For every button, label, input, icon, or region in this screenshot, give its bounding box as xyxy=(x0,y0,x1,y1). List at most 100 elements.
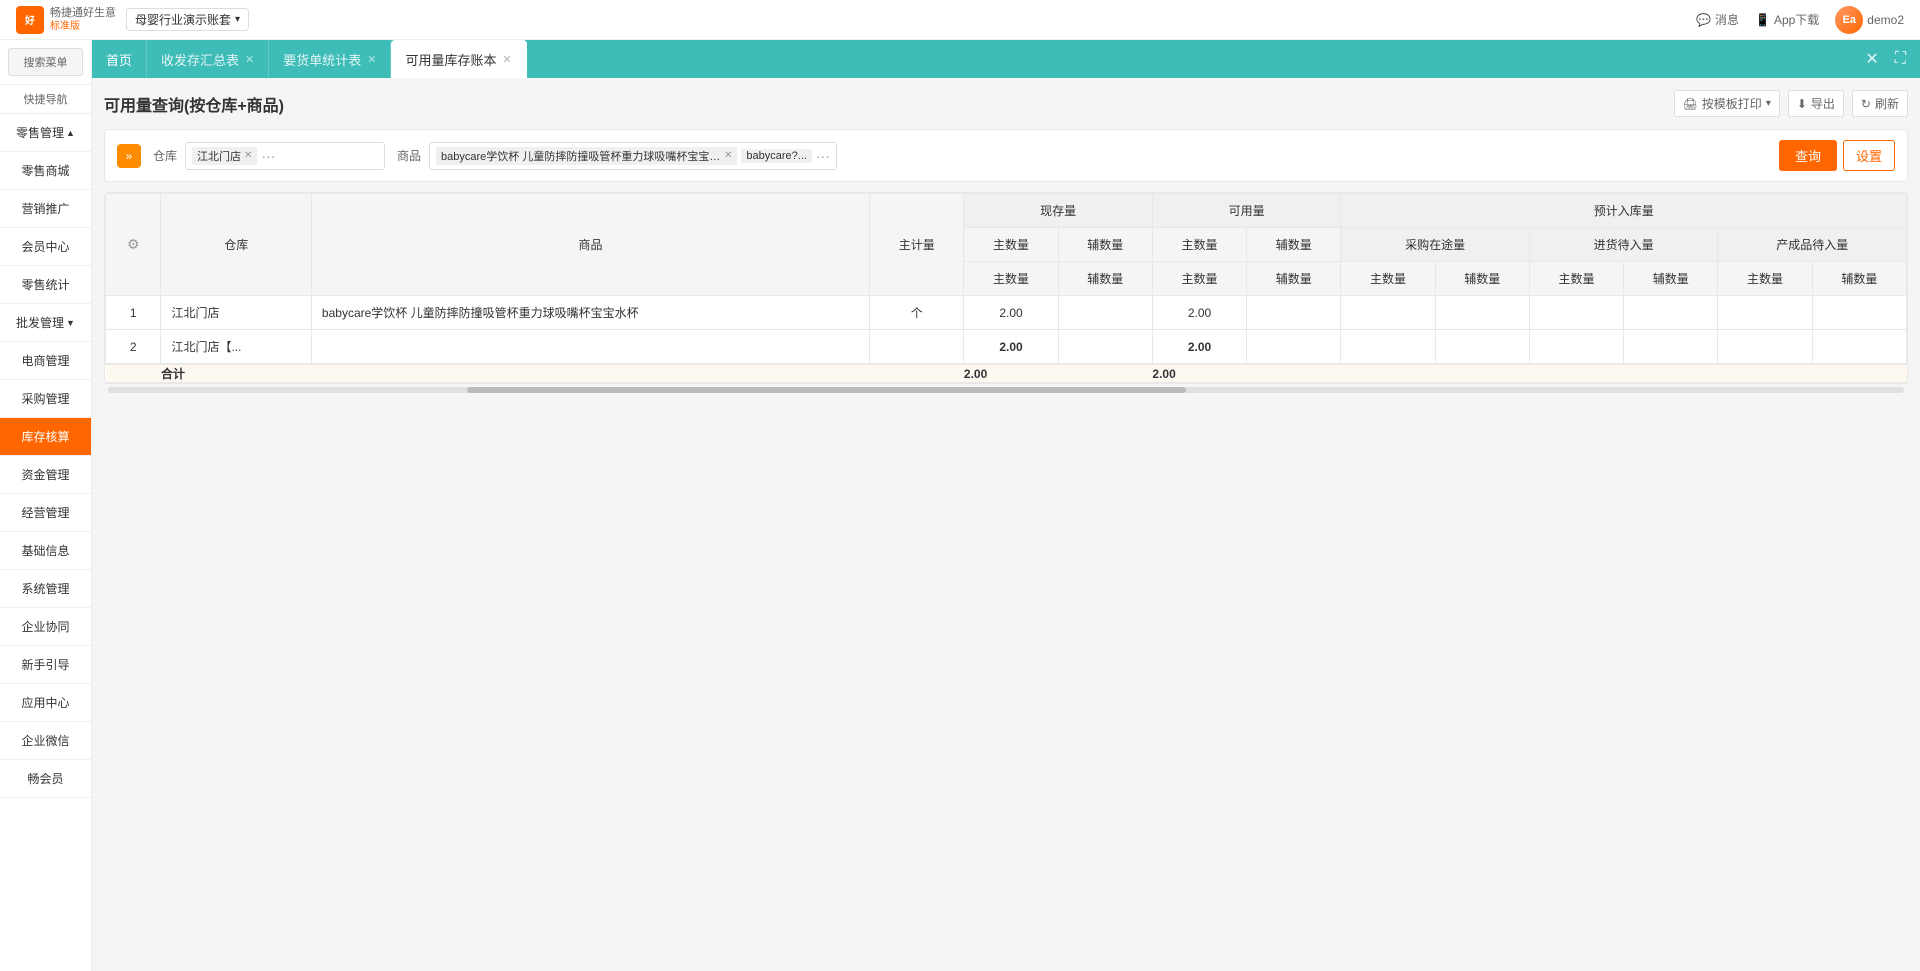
avatar: Ea xyxy=(1835,6,1863,34)
table-settings-icon[interactable]: ⚙ xyxy=(127,236,140,252)
th-prod-aux: 辅数量 xyxy=(1812,262,1906,296)
top-bar-left: 好 畅捷通好生意 标准版 母婴行业演示账套 ▾ xyxy=(16,6,249,34)
app-download-btn[interactable]: 📱 App下载 xyxy=(1755,11,1819,28)
sidebar-item-purchase-mgmt[interactable]: 采购管理 xyxy=(0,380,91,418)
filter-bar: » 仓库 江北门店 ✕ ··· 商品 xyxy=(104,129,1908,182)
chevron-icon: ▲ xyxy=(66,128,75,138)
sidebar-item-new-guide[interactable]: 新手引导 xyxy=(0,646,91,684)
th-settings: ⚙ xyxy=(106,194,161,296)
sidebar-item-enterprise-collab[interactable]: 企业协同 xyxy=(0,608,91,646)
tab-close-icon[interactable]: ✕ xyxy=(245,53,254,66)
sidebar-item-basic-info[interactable]: 基础信息 xyxy=(0,532,91,570)
cell-purchase-main xyxy=(1341,330,1435,365)
th-product: 商品 xyxy=(311,194,869,296)
scroll-thumb[interactable] xyxy=(467,387,1185,393)
th-planned-inbound: 预计入库量 xyxy=(1341,194,1907,228)
sidebar-item-enterprise-wx[interactable]: 企业微信 xyxy=(0,722,91,760)
th-avail-aux-qty2: 辅数量 xyxy=(1247,262,1341,296)
cell-warehouse: 江北门店【... xyxy=(161,330,311,365)
th-avail-main-qty: 主数量 xyxy=(1152,228,1246,262)
cell-avail-main: 2.00 xyxy=(1152,296,1246,330)
tab-close-icon[interactable]: ✕ xyxy=(367,53,376,66)
company-selector[interactable]: 母婴行业演示账套 ▾ xyxy=(126,8,249,31)
sidebar-item-member[interactable]: 畅会员 xyxy=(0,760,91,798)
top-bar-right: 💬 消息 📱 App下载 Ea demo2 xyxy=(1696,6,1904,34)
product-tag-input[interactable]: babycare学饮杯 儿童防摔防撞吸管杯重力球吸嘴杯宝宝水杯 ✕ babyca… xyxy=(429,142,837,170)
footer-spacer xyxy=(106,364,161,382)
sidebar-item-finance-mgmt[interactable]: 资金管理 xyxy=(0,456,91,494)
cell-avail-aux xyxy=(1247,330,1341,365)
tab-order-stats[interactable]: 要货单统计表 ✕ xyxy=(269,40,391,78)
search-menu-btn[interactable]: 搜索菜单 xyxy=(8,48,83,76)
refresh-btn[interactable]: ↻ 刷新 xyxy=(1852,90,1908,117)
export-btn[interactable]: ⬇ 导出 xyxy=(1788,90,1844,117)
th-avail-aux-qty: 辅数量 xyxy=(1247,228,1341,262)
double-arrow-icon: » xyxy=(126,149,133,163)
footer-stock-main: 2.00 xyxy=(964,364,1058,382)
th-stock-aux-qty: 辅数量 xyxy=(1058,228,1152,262)
user-area[interactable]: Ea demo2 xyxy=(1835,6,1904,34)
th-warehouse: 仓库 xyxy=(161,194,311,296)
more-options-icon[interactable]: ··· xyxy=(816,148,830,164)
data-table-container: ⚙ 仓库 商品 主计量 现存量 可用量 预计入库量 主数量 辅数量 xyxy=(104,192,1908,383)
quick-nav-btn[interactable]: 快捷导航 xyxy=(0,85,91,114)
footer-pending-aux xyxy=(1624,364,1718,382)
sidebar: 搜索菜单 快捷导航 零售管理 ▲ 零售商城 营销推广 会员中心 零售统计 批发管… xyxy=(0,40,92,971)
product-tag-1: babycare学饮杯 儿童防摔防撞吸管杯重力球吸嘴杯宝宝水杯 ✕ xyxy=(436,147,737,165)
content-area: 首页 收发存汇总表 ✕ 要货单统计表 ✕ 可用量库存账本 ✕ ✕ ⛶ xyxy=(92,40,1920,971)
tab-close-icon[interactable]: ✕ xyxy=(503,53,512,66)
cell-prod-aux xyxy=(1812,330,1906,365)
th-available: 可用量 xyxy=(1152,194,1341,228)
tab-maximize-btn[interactable]: ⛶ xyxy=(1889,48,1912,70)
query-button[interactable]: 查询 xyxy=(1779,140,1837,171)
cell-pending-main xyxy=(1529,296,1623,330)
th-pending-main: 主数量 xyxy=(1529,262,1623,296)
filter-toggle-btn[interactable]: » xyxy=(117,144,141,168)
th-avail-main-qty2: 主数量 xyxy=(1152,262,1246,296)
tag-remove-icon[interactable]: ✕ xyxy=(724,150,732,161)
cell-prod-main xyxy=(1718,330,1812,365)
sidebar-item-marketing[interactable]: 营销推广 xyxy=(0,190,91,228)
th-pending-aux: 辅数量 xyxy=(1624,262,1718,296)
th-purchase-aux: 辅数量 xyxy=(1435,262,1529,296)
cell-pending-aux xyxy=(1624,330,1718,365)
sidebar-item-ecommerce-mgmt[interactable]: 电商管理 xyxy=(0,342,91,380)
sidebar-item-retail-stats[interactable]: 零售统计 xyxy=(0,266,91,304)
sidebar-item-system-mgmt[interactable]: 系统管理 xyxy=(0,570,91,608)
message-btn[interactable]: 💬 消息 xyxy=(1696,11,1739,28)
cell-product xyxy=(311,330,869,365)
chevron-down-icon: ▾ xyxy=(1766,98,1771,109)
sidebar-item-retail-mall[interactable]: 零售商城 xyxy=(0,152,91,190)
cell-purchase-main xyxy=(1341,296,1435,330)
more-options-icon[interactable]: ··· xyxy=(261,148,275,164)
sidebar-item-wholesale-mgmt[interactable]: 批发管理 ▼ xyxy=(0,304,91,342)
cell-prod-aux xyxy=(1812,296,1906,330)
logo-text: 畅捷通好生意 标准版 xyxy=(50,6,116,33)
th-stock-main-qty: 主数量 xyxy=(964,228,1058,262)
cell-stock-main: 2.00 xyxy=(964,330,1058,365)
sidebar-item-app-center[interactable]: 应用中心 xyxy=(0,684,91,722)
tab-close-all-btn[interactable]: ✕ xyxy=(1859,47,1884,71)
warehouse-tag-input[interactable]: 江北门店 ✕ ··· xyxy=(185,142,385,170)
cell-stock-aux xyxy=(1058,330,1152,365)
footer-purchase-main xyxy=(1341,364,1435,382)
footer-prod-aux xyxy=(1812,364,1906,382)
sidebar-item-ops-mgmt[interactable]: 经营管理 xyxy=(0,494,91,532)
tab-home[interactable]: 首页 xyxy=(92,40,147,78)
settings-button[interactable]: 设置 xyxy=(1843,140,1895,171)
cell-purchase-aux xyxy=(1435,330,1529,365)
product-filter-label: 商品 xyxy=(397,147,421,164)
tag-remove-icon[interactable]: ✕ xyxy=(244,150,252,161)
horizontal-scrollbar[interactable] xyxy=(104,383,1908,395)
print-template-btn[interactable]: 🖨 按模板打印 ▾ xyxy=(1674,90,1780,117)
sidebar-item-inventory-check[interactable]: 库存核算 xyxy=(0,418,91,456)
tab-available-ledger[interactable]: 可用量库存账本 ✕ xyxy=(391,40,526,78)
logo-icon: 好 xyxy=(16,6,44,34)
tab-recv-send-summary[interactable]: 收发存汇总表 ✕ xyxy=(147,40,269,78)
cell-purchase-aux xyxy=(1435,296,1529,330)
th-production-pending: 产成品待入量 xyxy=(1718,228,1907,262)
table-row: 2 江北门店【... 2.00 2.00 xyxy=(106,330,1907,365)
sidebar-item-member-center[interactable]: 会员中心 xyxy=(0,228,91,266)
sidebar-item-retail-mgmt[interactable]: 零售管理 ▲ xyxy=(0,114,91,152)
tab-bar: 首页 收发存汇总表 ✕ 要货单统计表 ✕ 可用量库存账本 ✕ ✕ ⛶ xyxy=(92,40,1920,78)
